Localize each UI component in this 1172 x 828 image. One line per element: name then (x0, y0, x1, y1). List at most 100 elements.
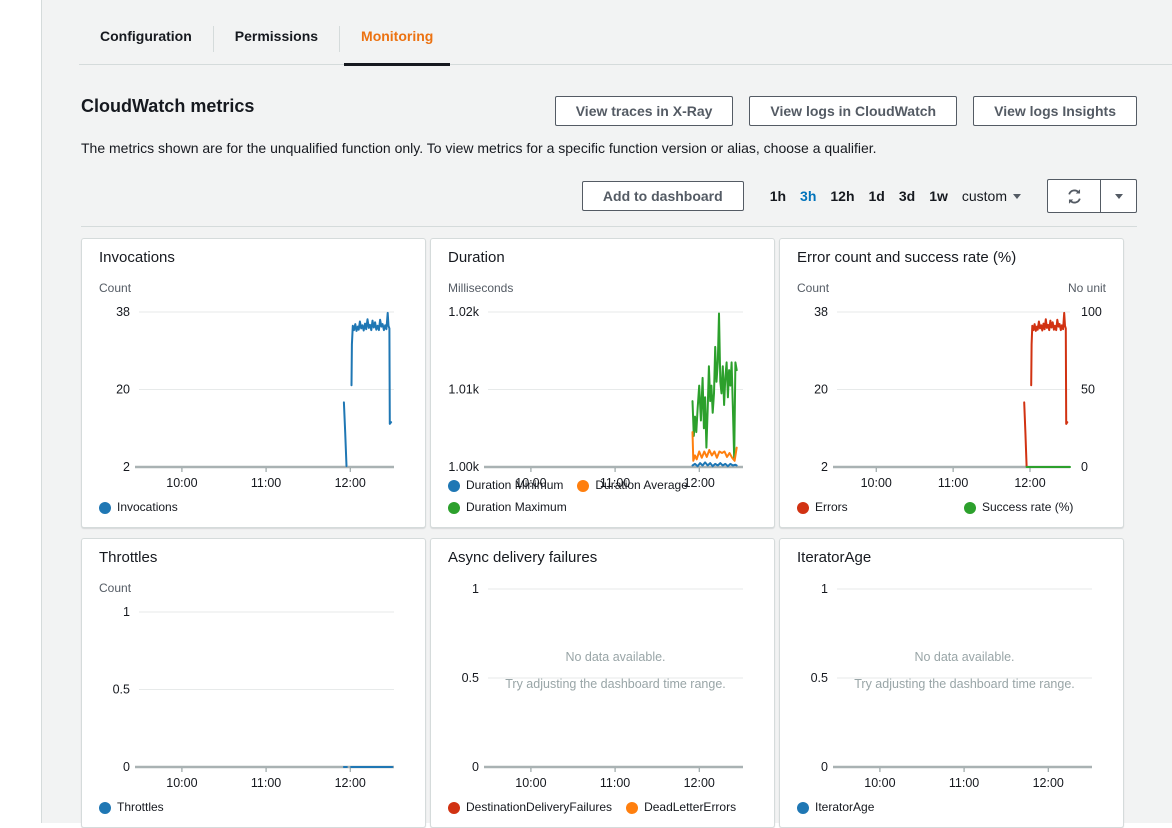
chart-legend: DestinationDeliveryFailuresDeadLetterErr… (448, 798, 764, 817)
svg-text:2: 2 (821, 460, 828, 474)
svg-text:1.02k: 1.02k (448, 305, 479, 319)
chart-plot: 10.5010:0011:0012:00No data available.Tr… (780, 539, 1125, 794)
svg-text:11:00: 11:00 (251, 776, 281, 790)
legend-color-dot (626, 802, 638, 814)
svg-text:11:00: 11:00 (938, 476, 968, 490)
legend-item: Success rate (%) (964, 498, 1073, 517)
legend-label: DestinationDeliveryFailures (466, 798, 612, 817)
legend-label: Duration Minimum (466, 476, 563, 495)
chart-plot: 10.5010:0011:0012:00 (82, 539, 427, 794)
refresh-icon (1066, 188, 1083, 205)
svg-text:12:00: 12:00 (1033, 776, 1064, 790)
chart-plot: 1.02k1.01k1.00k10:0011:0012:00 (431, 239, 776, 494)
legend-item: DestinationDeliveryFailures (448, 798, 612, 817)
time-range-selector: 1h 3h 12h 1d 3d 1w custom (770, 188, 1021, 204)
legend-item: Errors (797, 498, 848, 517)
page-title: CloudWatch metrics (81, 96, 254, 117)
legend-color-dot (99, 502, 111, 514)
svg-text:0.5: 0.5 (811, 671, 828, 685)
monitoring-content: CloudWatch metrics View traces in X-Ray … (42, 96, 1172, 828)
chart-legend: Throttles (99, 798, 415, 817)
svg-text:12:00: 12:00 (335, 776, 366, 790)
svg-text:38: 38 (116, 305, 130, 319)
refresh-options-button[interactable] (1101, 179, 1137, 213)
svg-text:Try adjusting the dashboard ti: Try adjusting the dashboard time range. (854, 677, 1075, 691)
chart-card-async-delivery-failures: Async delivery failures 10.5010:0011:001… (430, 538, 775, 828)
chart-plot: 3820210:0011:0012:00 (82, 239, 427, 494)
legend-item: Throttles (99, 798, 164, 817)
svg-text:11:00: 11:00 (251, 476, 281, 490)
custom-label: custom (962, 188, 1007, 204)
svg-text:0: 0 (821, 760, 828, 774)
legend-color-dot (448, 802, 460, 814)
legend-color-dot (99, 802, 111, 814)
chevron-down-icon (1013, 194, 1021, 199)
legend-color-dot (448, 480, 460, 492)
legend-color-dot (964, 502, 976, 514)
svg-text:1.00k: 1.00k (448, 460, 479, 474)
time-range-3h[interactable]: 3h (800, 188, 816, 204)
legend-label: Success rate (%) (982, 498, 1073, 517)
legend-item: IteratorAge (797, 798, 874, 817)
svg-text:No data available.: No data available. (914, 650, 1014, 664)
time-range-1h[interactable]: 1h (770, 188, 786, 204)
chart-legend: Duration Minimum Duration Average Duration… (448, 476, 764, 517)
legend-label: Throttles (117, 798, 164, 817)
legend-color-dot (797, 502, 809, 514)
view-logs-insights-button[interactable]: View logs Insights (973, 96, 1137, 126)
svg-text:10:00: 10:00 (864, 776, 895, 790)
legend-item: Duration Average (577, 476, 688, 495)
svg-text:100: 100 (1081, 305, 1102, 319)
chart-card-iterator-age: IteratorAge 10.5010:0011:0012:00No data … (779, 538, 1124, 828)
chart-plot: 10.5010:0011:0012:00No data available.Tr… (431, 539, 776, 794)
legend-color-dot (797, 802, 809, 814)
view-traces-xray-button[interactable]: View traces in X-Ray (555, 96, 734, 126)
chevron-down-icon (1115, 194, 1123, 199)
legend-color-dot (448, 502, 460, 514)
svg-text:50: 50 (1081, 383, 1095, 397)
svg-text:0.5: 0.5 (113, 683, 130, 697)
time-range-1d[interactable]: 1d (869, 188, 885, 204)
add-to-dashboard-button[interactable]: Add to dashboard (582, 181, 744, 211)
chart-controls: Add to dashboard 1h 3h 12h 1d 3d 1w cust… (81, 157, 1137, 227)
legend-label: IteratorAge (815, 798, 874, 817)
svg-text:2: 2 (123, 460, 130, 474)
svg-text:1.01k: 1.01k (448, 383, 479, 397)
chart-legend: Invocations (99, 498, 415, 517)
chart-plot: 3820210050010:0011:0012:00 (780, 239, 1125, 494)
svg-text:No data available.: No data available. (565, 650, 665, 664)
refresh-button[interactable] (1047, 179, 1101, 213)
time-range-3d[interactable]: 3d (899, 188, 915, 204)
svg-text:0: 0 (123, 760, 130, 774)
svg-text:0.5: 0.5 (462, 671, 479, 685)
chart-card-throttles: Throttles Count 10.5010:0011:0012:00 Thr… (81, 538, 426, 828)
legend-label: Errors (815, 498, 848, 517)
svg-text:1: 1 (821, 582, 828, 596)
console-panel: Configuration Permissions Monitoring Clo… (41, 0, 1172, 823)
time-range-custom[interactable]: custom (962, 188, 1021, 204)
svg-text:10:00: 10:00 (515, 776, 546, 790)
legend-item: Duration Maximum (448, 498, 567, 517)
legend-item: Duration Minimum (448, 476, 563, 495)
view-logs-cloudwatch-button[interactable]: View logs in CloudWatch (749, 96, 957, 126)
tab-configuration[interactable]: Configuration (79, 28, 213, 64)
svg-text:0: 0 (472, 760, 479, 774)
legend-label: Invocations (117, 498, 178, 517)
tab-bar: Configuration Permissions Monitoring (79, 0, 1172, 65)
legend-label: Duration Maximum (466, 498, 567, 517)
legend-color-dot (577, 480, 589, 492)
svg-text:20: 20 (814, 383, 828, 397)
legend-item: Invocations (99, 498, 178, 517)
legend-label: Duration Average (595, 476, 688, 495)
chart-card-invocations: Invocations Count 3820210:0011:0012:00 I… (81, 238, 426, 528)
svg-text:0: 0 (1081, 460, 1088, 474)
svg-text:Try adjusting the dashboard ti: Try adjusting the dashboard time range. (505, 677, 726, 691)
svg-text:10:00: 10:00 (166, 476, 197, 490)
time-range-1w[interactable]: 1w (929, 188, 948, 204)
tab-permissions[interactable]: Permissions (214, 28, 339, 64)
time-range-12h[interactable]: 12h (830, 188, 854, 204)
tab-monitoring[interactable]: Monitoring (340, 28, 454, 64)
svg-text:12:00: 12:00 (1014, 476, 1045, 490)
chart-card-duration: Duration Milliseconds 1.02k1.01k1.00k10:… (430, 238, 775, 528)
svg-text:12:00: 12:00 (335, 476, 366, 490)
